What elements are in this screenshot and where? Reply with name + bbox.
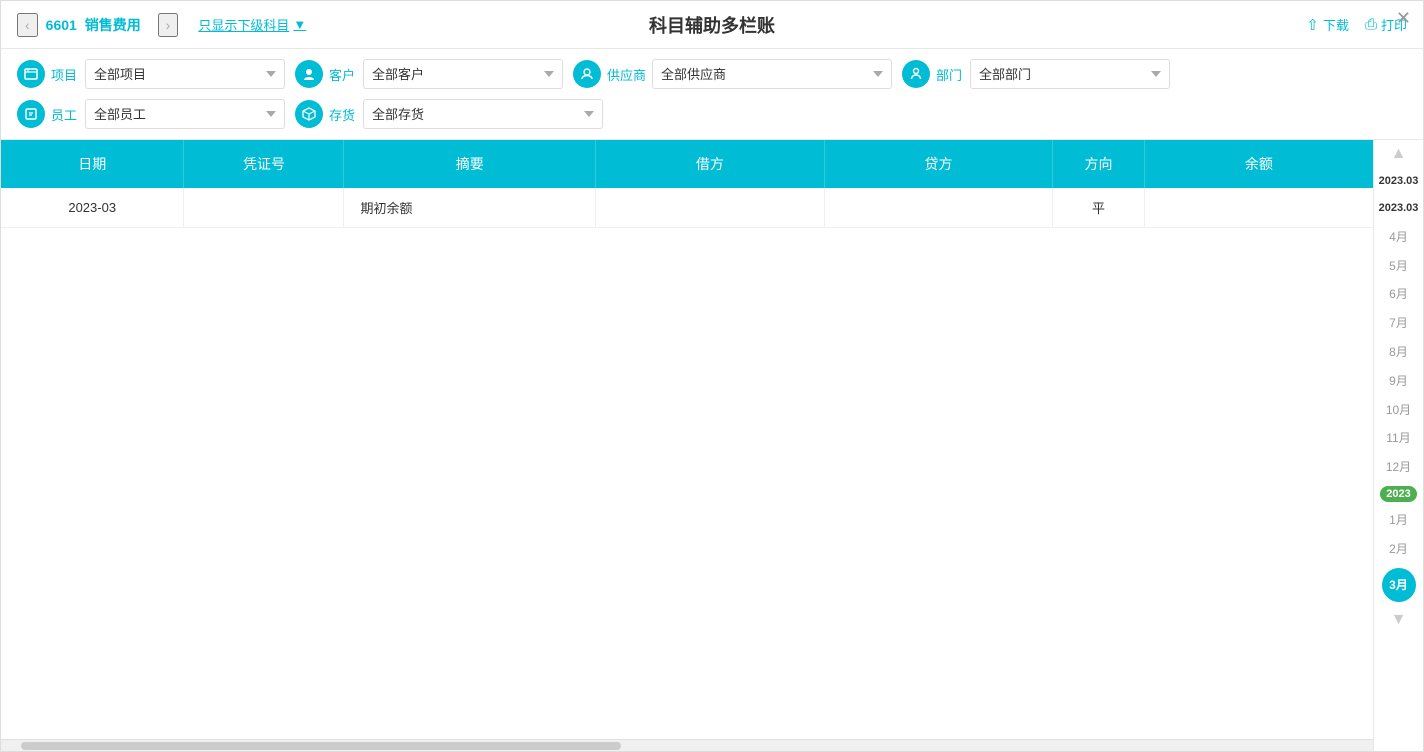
active-month-container: 3月 xyxy=(1382,566,1416,604)
customer-filter-group: 客户 全部客户 xyxy=(295,59,563,89)
customer-select[interactable]: 全部客户 xyxy=(363,59,563,89)
project-label: 项目 xyxy=(51,65,79,84)
cell-summary: 期初余额 xyxy=(344,188,596,228)
sidebar-item-2023-03-second[interactable]: 2023.03 xyxy=(1374,195,1423,222)
account-name: 销售费用 xyxy=(85,17,141,33)
department-select[interactable]: 全部部门 xyxy=(970,59,1170,89)
supplier-label: 供应商 xyxy=(607,65,646,84)
inventory-filter-group: 存货 全部存货 xyxy=(295,99,603,129)
department-label: 部门 xyxy=(936,65,964,84)
employee-filter-group: 员工 全部员工 xyxy=(17,99,285,129)
sidebar-item-7[interactable]: 7月 xyxy=(1374,309,1423,338)
customer-icon xyxy=(295,60,323,88)
horizontal-scrollbar[interactable] xyxy=(1,739,1373,751)
scrollbar-thumb[interactable] xyxy=(21,742,621,750)
title-bar: ‹ 6601 销售费用 › 只显示下级科目 ▼ 科目辅助多栏账 ⇧ 下载 ⎙ 打… xyxy=(1,1,1423,49)
cell-voucher xyxy=(184,188,344,228)
print-icon: ⎙ xyxy=(1365,16,1377,33)
department-filter-group: 部门 全部部门 xyxy=(902,59,1170,89)
main-window: ‹ 6601 销售费用 › 只显示下级科目 ▼ 科目辅助多栏账 ⇧ 下载 ⎙ 打… xyxy=(0,0,1424,752)
year-badge-container: 2023 xyxy=(1376,484,1420,504)
sidebar-down-arrow[interactable]: ▼ xyxy=(1374,606,1423,634)
page-title: 科目辅助多栏账 xyxy=(649,12,775,38)
supplier-filter-group: 供应商 全部供应商 xyxy=(573,59,892,89)
sidebar-item-10[interactable]: 10月 xyxy=(1374,396,1423,425)
cell-balance xyxy=(1144,188,1373,228)
sidebar-item-9[interactable]: 9月 xyxy=(1374,367,1423,396)
col-debit: 借方 xyxy=(596,140,825,188)
col-summary: 摘要 xyxy=(344,140,596,188)
sidebar-item-2023-03-top[interactable]: 2023.03 xyxy=(1374,168,1423,195)
department-icon xyxy=(902,60,930,88)
table-row: 2023-03 期初余额 平 xyxy=(1,188,1373,228)
table-header-row: 日期 凭证号 摘要 借方 贷方 方向 余额 xyxy=(1,140,1373,188)
sidebar-item-11[interactable]: 11月 xyxy=(1374,424,1423,453)
download-icon: ⇧ xyxy=(1306,16,1319,34)
col-credit: 贷方 xyxy=(824,140,1053,188)
account-code: 6601 xyxy=(46,17,77,33)
supplier-select[interactable]: 全部供应商 xyxy=(652,59,892,89)
sidebar-up-arrow[interactable]: ▲ xyxy=(1374,140,1423,168)
show-sub-label: 只显示下级科目 xyxy=(198,15,289,34)
download-label: 下载 xyxy=(1323,15,1349,34)
project-icon xyxy=(17,60,45,88)
inventory-select[interactable]: 全部存货 xyxy=(363,99,603,129)
next-arrow[interactable]: › xyxy=(158,13,179,37)
col-date: 日期 xyxy=(1,140,184,188)
prev-arrow[interactable]: ‹ xyxy=(17,13,38,37)
sidebar-item-2[interactable]: 2月 xyxy=(1374,535,1423,564)
cell-debit xyxy=(596,188,825,228)
col-balance: 余额 xyxy=(1144,140,1373,188)
main-content: 日期 凭证号 摘要 借方 贷方 方向 余额 2023-03 期初余额 xyxy=(1,140,1423,751)
chevron-down-icon: ▼ xyxy=(293,17,306,32)
right-sidebar: ▲ 2023.03 2023.03 4月 5月 6月 7月 8月 9月 10月 … xyxy=(1373,140,1423,751)
project-filter-group: 项目 全部项目 xyxy=(17,59,285,89)
sidebar-item-4[interactable]: 4月 xyxy=(1374,223,1423,252)
title-actions: ⇧ 下载 ⎙ 打印 xyxy=(1306,15,1407,34)
employee-label: 员工 xyxy=(51,105,79,124)
cell-direction: 平 xyxy=(1053,188,1144,228)
year-badge[interactable]: 2023 xyxy=(1380,486,1416,502)
customer-label: 客户 xyxy=(329,65,357,84)
employee-icon xyxy=(17,100,45,128)
data-table: 日期 凭证号 摘要 借方 贷方 方向 余额 2023-03 期初余额 xyxy=(1,140,1373,228)
supplier-icon xyxy=(573,60,601,88)
cell-date: 2023-03 xyxy=(1,188,184,228)
cell-credit xyxy=(824,188,1053,228)
show-sub-button[interactable]: 只显示下级科目 ▼ xyxy=(198,15,306,34)
sidebar-item-1[interactable]: 1月 xyxy=(1374,506,1423,535)
sidebar-item-12[interactable]: 12月 xyxy=(1374,453,1423,482)
col-direction: 方向 xyxy=(1053,140,1144,188)
download-button[interactable]: ⇧ 下载 xyxy=(1306,15,1349,34)
sidebar-item-8[interactable]: 8月 xyxy=(1374,338,1423,367)
inventory-label: 存货 xyxy=(329,105,357,124)
sidebar-item-6[interactable]: 6月 xyxy=(1374,280,1423,309)
col-voucher: 凭证号 xyxy=(184,140,344,188)
table-area[interactable]: 日期 凭证号 摘要 借方 贷方 方向 余额 2023-03 期初余额 xyxy=(1,140,1373,751)
filter-bar: 项目 全部项目 客户 全部客户 供应商 全部供应商 xyxy=(1,49,1423,140)
close-button[interactable]: ✕ xyxy=(1396,9,1411,27)
account-label: 6601 销售费用 xyxy=(38,15,158,35)
sidebar-item-5[interactable]: 5月 xyxy=(1374,252,1423,281)
project-select[interactable]: 全部项目 xyxy=(85,59,285,89)
employee-select[interactable]: 全部员工 xyxy=(85,99,285,129)
sidebar-item-3-active[interactable]: 3月 xyxy=(1382,568,1416,602)
inventory-icon xyxy=(295,100,323,128)
